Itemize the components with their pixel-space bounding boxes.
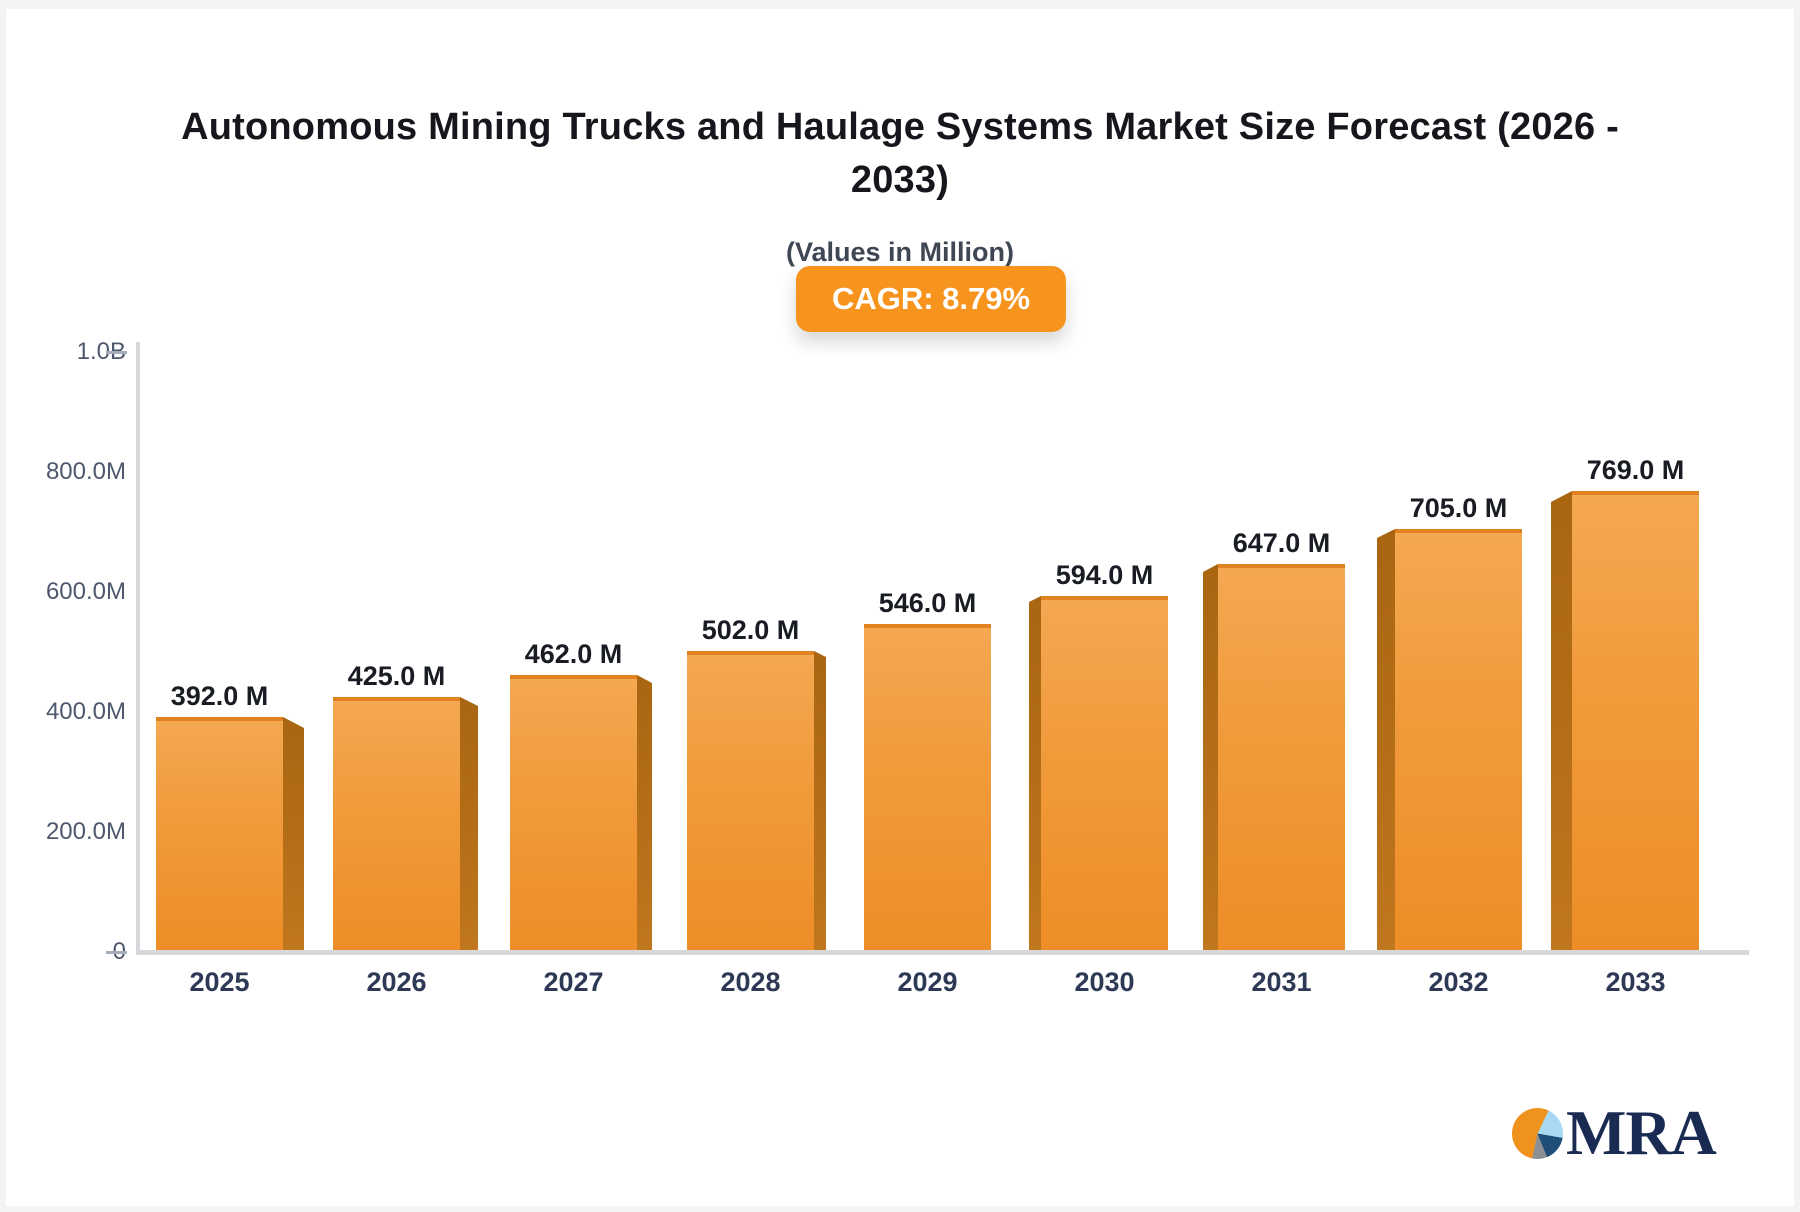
x-axis-category-label: 2027 <box>543 967 604 997</box>
y-axis-tick-label: 600.0M <box>45 578 126 605</box>
bar-2026[interactable] <box>333 697 460 952</box>
bar-3d-side <box>814 651 826 952</box>
bar-2032[interactable] <box>1395 529 1522 952</box>
x-axis-category-label: 2030 <box>1074 967 1135 997</box>
bar-2025[interactable] <box>156 717 283 952</box>
bar-3d-side <box>460 697 478 952</box>
bar-2031[interactable] <box>1218 564 1345 952</box>
chart-title-line2: 2033) <box>850 159 950 201</box>
bar-2027[interactable] <box>510 675 637 952</box>
y-axis-tick-label: 800.0M <box>45 458 126 485</box>
x-axis-line <box>136 950 1749 955</box>
bar-value-label: 705.0 M <box>1409 493 1508 523</box>
x-axis-category-label: 2028 <box>720 967 781 997</box>
bar-2028[interactable] <box>687 651 814 952</box>
bar-2033[interactable] <box>1572 491 1699 952</box>
y-axis-tick-label: 200.0M <box>45 818 126 845</box>
bar-2029[interactable] <box>864 624 991 952</box>
x-axis-category-label: 2033 <box>1605 967 1666 997</box>
y-axis-tick-label: 400.0M <box>45 698 126 725</box>
bar-2030[interactable] <box>1041 596 1168 952</box>
x-axis-category-label: 2026 <box>366 967 427 997</box>
brand-logo: MRA <box>1512 1097 1717 1168</box>
bar-3d-side <box>637 675 652 952</box>
bar-3d-side <box>1203 564 1218 952</box>
chart-subtitle: (Values in Million) <box>785 237 1015 267</box>
bar-3d-side <box>1029 596 1041 952</box>
brand-logo-text: MRA <box>1566 1097 1717 1168</box>
chart-title: Autonomous Mining Trucks and Haulage Sys… <box>6 101 1794 207</box>
x-axis-category-label: 2029 <box>897 967 958 997</box>
y-axis-tick-mark <box>106 951 127 954</box>
x-axis-category-label: 2031 <box>1251 967 1312 997</box>
cagr-badge: CAGR: 8.79% <box>795 266 1067 332</box>
bar-value-label: 769.0 M <box>1586 455 1685 485</box>
bar-value-label: 647.0 M <box>1232 528 1331 558</box>
y-axis-tick-mark <box>106 351 127 354</box>
x-axis-category-label: 2025 <box>189 967 250 997</box>
bar-3d-side <box>1551 491 1572 952</box>
bar-3d-side <box>1377 529 1395 952</box>
y-axis-line <box>136 342 140 954</box>
bar-3d-side <box>283 717 304 952</box>
chart-card: Autonomous Mining Trucks and Haulage Sys… <box>6 9 1794 1206</box>
chart-title-line1: Autonomous Mining Trucks and Haulage Sys… <box>181 106 1619 148</box>
pie-chart-logo-icon <box>1512 1107 1563 1159</box>
x-axis-category-label: 2032 <box>1428 967 1489 997</box>
bar-value-label: 594.0 M <box>1055 560 1154 590</box>
